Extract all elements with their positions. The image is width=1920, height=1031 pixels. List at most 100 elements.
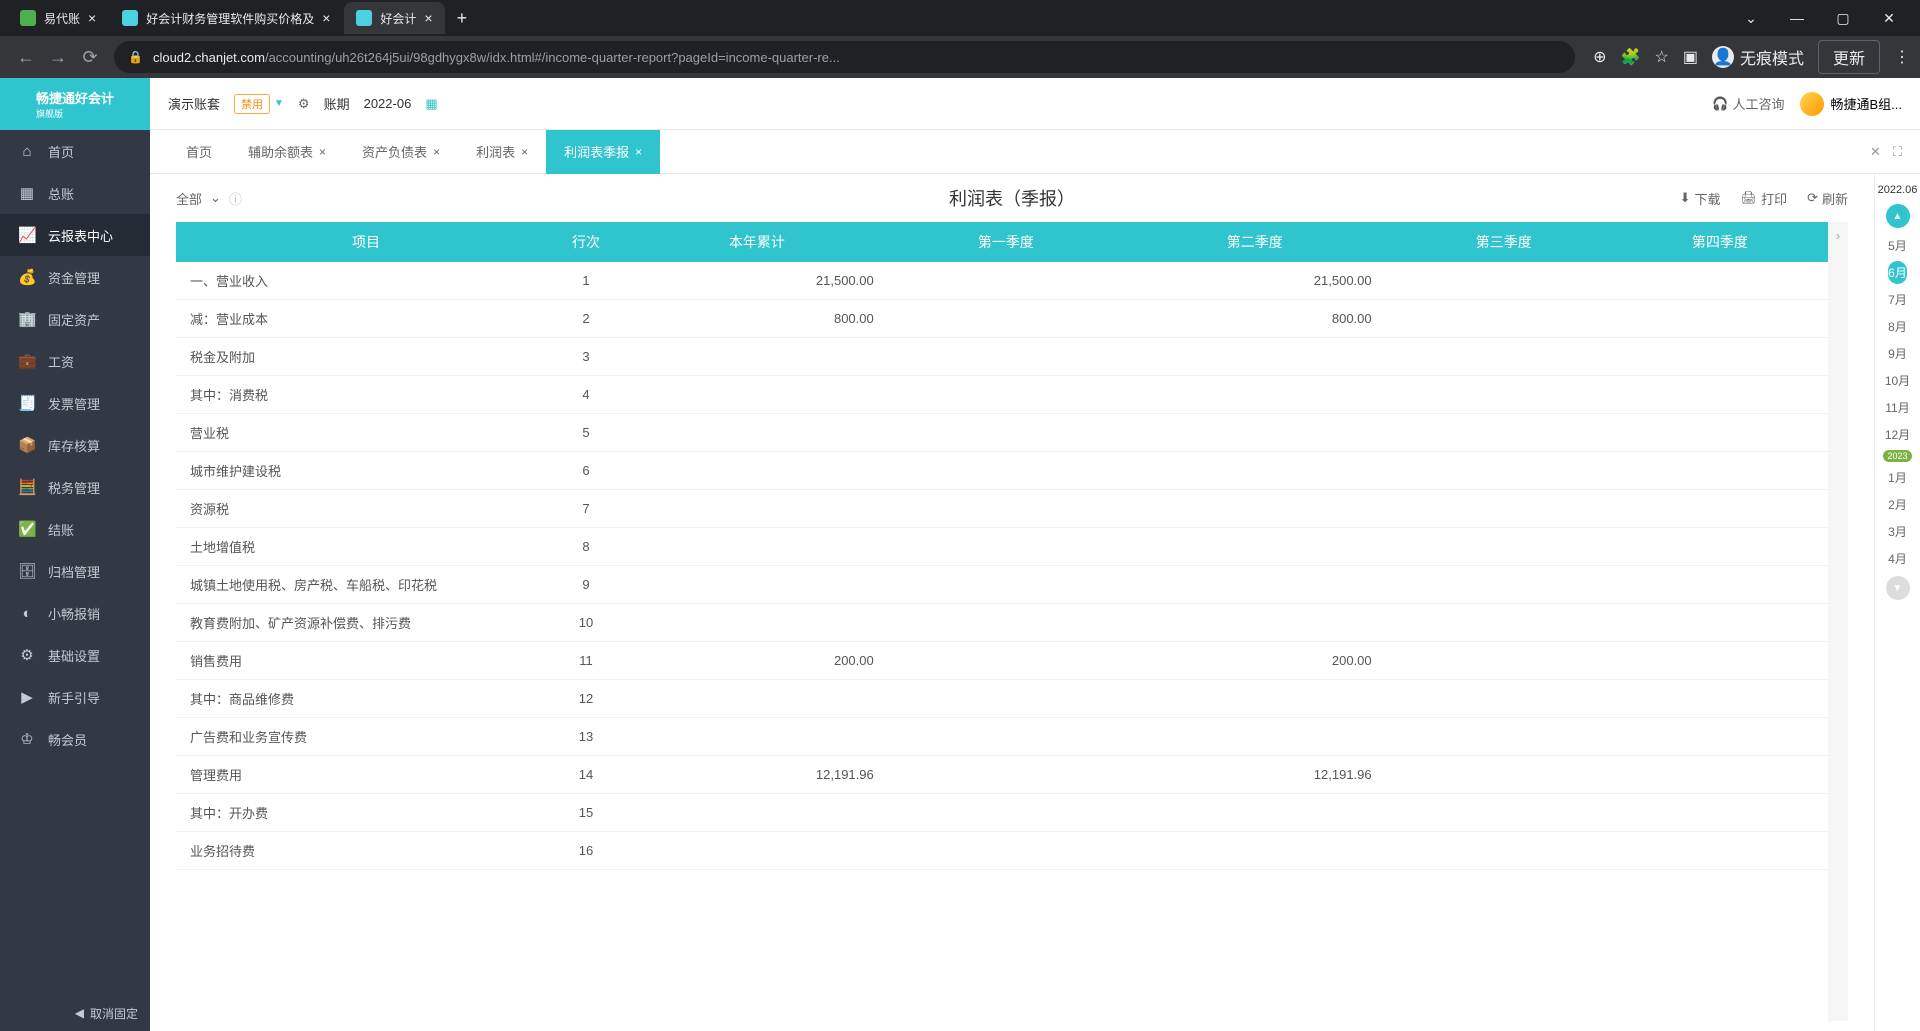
tab-close-icon[interactable]: × xyxy=(635,145,642,159)
sidebar-item[interactable]: ▶新手引导 xyxy=(0,676,150,718)
cell-q3 xyxy=(1396,262,1612,300)
table-row[interactable]: 一、营业收入 1 21,500.00 21,500.00 xyxy=(176,262,1828,300)
chevron-down-icon[interactable]: ⌄ xyxy=(1728,2,1774,34)
tab-close-icon[interactable]: × xyxy=(322,10,330,26)
month-button[interactable]: 12月 xyxy=(1882,421,1913,448)
sidebar-item[interactable]: ⚙基础设置 xyxy=(0,634,150,676)
tab-close-icon[interactable]: × xyxy=(433,145,440,159)
page-tab[interactable]: 利润表季报× xyxy=(546,130,660,174)
table-scroll[interactable]: 项目行次本年累计第一季度第二季度第三季度第四季度 一、营业收入 1 21,500… xyxy=(176,222,1828,1021)
sidebar-item[interactable]: 🏢固定资产 xyxy=(0,298,150,340)
gear-icon[interactable]: ⚙ xyxy=(298,96,310,112)
help-icon[interactable]: ⓘ xyxy=(229,189,242,208)
extension-icon[interactable]: 🧩 xyxy=(1621,47,1641,67)
month-button[interactable]: 8月 xyxy=(1882,313,1913,340)
browser-tab[interactable]: 好会计财务管理软件购买价格及× xyxy=(110,2,342,34)
nav-icon: ◐ xyxy=(18,605,36,622)
cell-name: 减：营业成本 xyxy=(176,300,556,338)
sidebar-item[interactable]: ♔畅会员 xyxy=(0,718,150,760)
account-name[interactable]: 演示账套 xyxy=(168,94,220,113)
url-path: /accounting/uh26t264j5ui/98gdhygx8w/idx.… xyxy=(265,50,840,65)
month-button[interactable]: 7月 xyxy=(1882,286,1913,313)
page-tab[interactable]: 辅助余额表× xyxy=(230,130,344,174)
tab-close-icon[interactable]: × xyxy=(424,10,432,26)
table-row[interactable]: 管理费用 14 12,191.96 12,191.96 xyxy=(176,756,1828,794)
support-link[interactable]: 🎧 人工咨询 xyxy=(1712,94,1784,113)
month-button[interactable]: 2月 xyxy=(1888,491,1907,518)
update-button[interactable]: 更新 xyxy=(1818,40,1880,74)
month-button[interactable]: 11月 xyxy=(1882,394,1913,421)
sidebar-item[interactable]: 💰资金管理 xyxy=(0,256,150,298)
tab-close-icon[interactable]: × xyxy=(521,145,528,159)
month-button[interactable]: 4月 xyxy=(1888,545,1907,572)
tab-close-icon[interactable]: × xyxy=(88,10,96,26)
cell-q2 xyxy=(1114,376,1396,414)
user-menu[interactable]: 畅捷通B组... xyxy=(1800,92,1902,116)
table-row[interactable]: 其中：开办费 15 xyxy=(176,794,1828,832)
star-icon[interactable]: ☆ xyxy=(1655,47,1669,67)
maximize-icon[interactable]: ▢ xyxy=(1820,2,1866,34)
sidebar-pin-toggle[interactable]: ◀ 取消固定 xyxy=(0,995,150,1031)
sidebar-item[interactable]: 📈云报表中心 xyxy=(0,214,150,256)
month-button[interactable]: 9月 xyxy=(1882,340,1913,367)
close-icon[interactable]: ✕ xyxy=(1866,2,1912,34)
month-button[interactable]: 1月 xyxy=(1888,464,1907,491)
download-button[interactable]: ⬇下载 xyxy=(1680,189,1721,208)
reload-button[interactable]: ⟳ xyxy=(74,41,106,73)
filter-dropdown[interactable]: 全部 ⌄ ⓘ xyxy=(176,189,242,208)
page-tab[interactable]: 利润表× xyxy=(458,130,546,174)
table-row[interactable]: 营业税 5 xyxy=(176,414,1828,452)
table-row[interactable]: 资源税 7 xyxy=(176,490,1828,528)
sidebar-item[interactable]: 🧮税务管理 xyxy=(0,466,150,508)
minimize-icon[interactable]: ― xyxy=(1774,2,1820,34)
table-row[interactable]: 其中：商品维修费 12 xyxy=(176,680,1828,718)
nav-icon: 🧾 xyxy=(18,394,36,412)
table-row[interactable]: 土地增值税 8 xyxy=(176,528,1828,566)
forward-button[interactable]: → xyxy=(42,41,74,73)
table-row[interactable]: 销售费用 11 200.00 200.00 xyxy=(176,642,1828,680)
table-row[interactable]: 税金及附加 3 xyxy=(176,338,1828,376)
month-button[interactable]: 3月 xyxy=(1888,518,1907,545)
sidebar-item[interactable]: 🗄归档管理 xyxy=(0,550,150,592)
sidebar-item[interactable]: 💼工资 xyxy=(0,340,150,382)
calendar-icon[interactable]: ▦ xyxy=(425,96,437,112)
month-rail: 2022.06 ▲ 5月6月7月8月9月10月11月12月 2023 1月2月3… xyxy=(1874,174,1920,1031)
sidebar-item[interactable]: ✅结账 xyxy=(0,508,150,550)
table-row[interactable]: 城镇土地使用税、房产税、车船税、印花税 9 xyxy=(176,566,1828,604)
browser-tab[interactable]: 好会计× xyxy=(344,2,444,34)
month-button[interactable]: 5月 xyxy=(1882,232,1913,259)
table-row[interactable]: 广告费和业务宣传费 13 xyxy=(176,718,1828,756)
logo[interactable]: 畅捷通好会计 旗舰版 xyxy=(0,78,150,130)
back-button[interactable]: ← xyxy=(10,41,42,73)
sidebar-item[interactable]: 🧾发票管理 xyxy=(0,382,150,424)
page-tab[interactable]: 资产负债表× xyxy=(344,130,458,174)
table-row[interactable]: 业务招待费 16 xyxy=(176,832,1828,870)
print-button[interactable]: 🖨打印 xyxy=(1741,189,1788,208)
sidebar-item[interactable]: 📦库存核算 xyxy=(0,424,150,466)
table-row[interactable]: 其中：消费税 4 xyxy=(176,376,1828,414)
cell-q3 xyxy=(1396,718,1612,756)
month-button[interactable]: 10月 xyxy=(1882,367,1913,394)
fullscreen-icon[interactable]: ⛶ xyxy=(1893,144,1902,160)
account-icon[interactable]: ▣ xyxy=(1683,47,1698,67)
browser-tab[interactable]: 易代账× xyxy=(8,2,108,34)
refresh-button[interactable]: ⟳刷新 xyxy=(1807,189,1848,208)
account-dropdown-icon[interactable]: ▼ xyxy=(274,98,284,109)
close-all-tabs-icon[interactable]: ✕ xyxy=(1870,144,1881,160)
table-row[interactable]: 教育费附加、矿产资源补偿费、排污费 10 xyxy=(176,604,1828,642)
scroll-right-hint[interactable]: › xyxy=(1828,222,1848,1021)
table-row[interactable]: 城市维护建设税 6 xyxy=(176,452,1828,490)
sidebar-item[interactable]: ▦总账 xyxy=(0,172,150,214)
page-tab[interactable]: 首页 xyxy=(168,130,230,174)
menu-icon[interactable]: ⋮ xyxy=(1894,47,1910,67)
rail-up-button[interactable]: ▲ xyxy=(1886,204,1910,228)
sidebar-item[interactable]: ⌂首页 xyxy=(0,130,150,172)
month-button[interactable]: 6月 xyxy=(1888,261,1907,284)
tab-close-icon[interactable]: × xyxy=(319,145,326,159)
rail-down-button[interactable]: ▼ xyxy=(1886,576,1910,600)
sidebar-item[interactable]: ◐小畅报销 xyxy=(0,592,150,634)
zoom-icon[interactable]: ⊕ xyxy=(1593,47,1606,67)
url-field[interactable]: 🔒 cloud2.chanjet.com/accounting/uh26t264… xyxy=(114,41,1575,73)
table-row[interactable]: 减：营业成本 2 800.00 800.00 xyxy=(176,300,1828,338)
new-tab-button[interactable]: + xyxy=(447,8,478,29)
